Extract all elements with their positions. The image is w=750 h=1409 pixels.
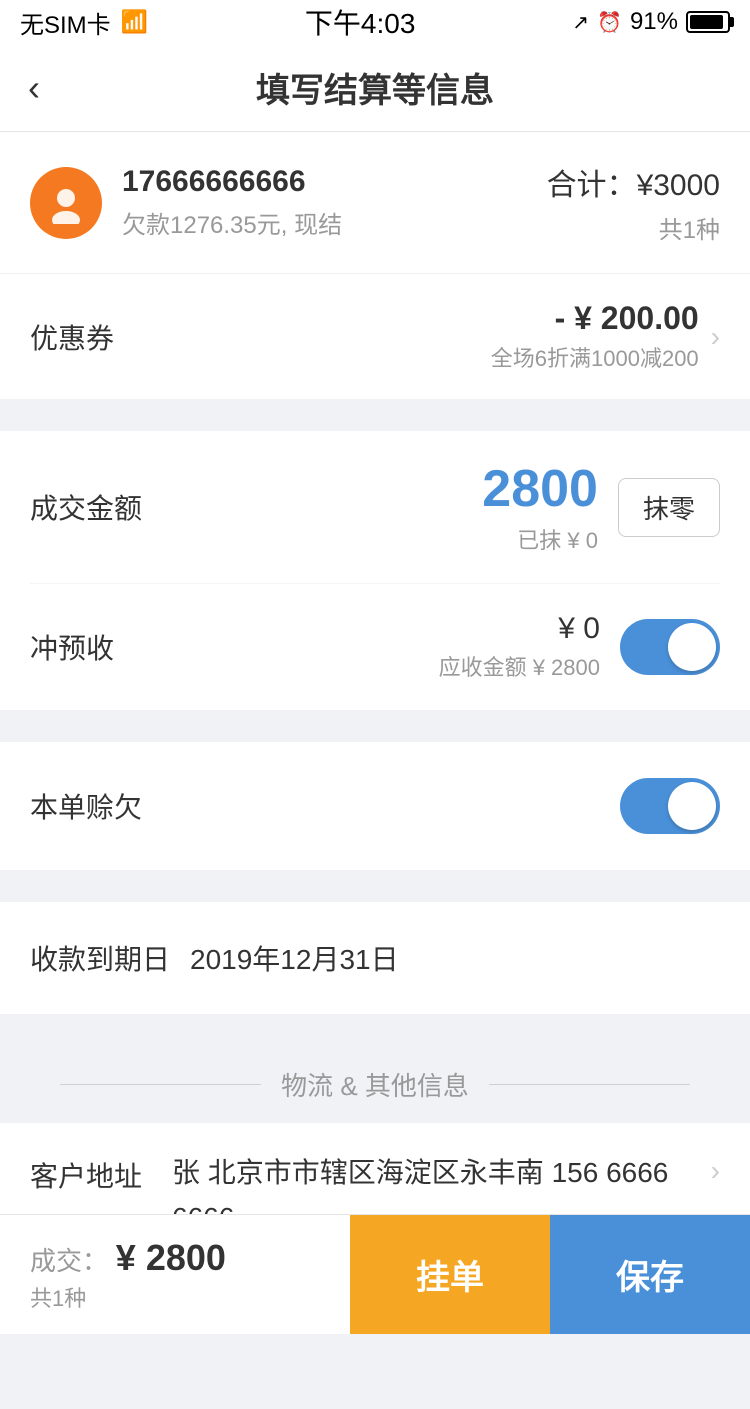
- duedate-section: 收款到期日 2019年12月31日: [0, 902, 750, 1014]
- debt-toggle[interactable]: [620, 778, 720, 834]
- deal-amount-right: 2800 已抹 ¥ 0 抹零: [482, 459, 720, 555]
- coupon-desc: 全场6折满1000减200: [491, 341, 699, 373]
- customer-row: 17666666666 欠款1276.35元, 现结 合计：¥3000 共1种: [0, 132, 750, 273]
- toggle-circle: [668, 623, 716, 671]
- coupon-label: 优惠券: [30, 317, 114, 357]
- duedate-row: 收款到期日 2019年12月31日: [30, 902, 720, 1014]
- bottom-deal-label: 成交： ¥ 2800: [30, 1237, 320, 1279]
- customer-phone: 17666666666: [122, 165, 342, 199]
- deal-section: 成交金额 2800 已抹 ¥ 0 抹零 冲预收 ¥ 0 应收金额 ¥ 2800: [0, 431, 750, 710]
- bottom-info: 成交： ¥ 2800 共1种: [0, 1237, 350, 1313]
- bottom-buttons: 挂单 保存: [350, 1215, 750, 1334]
- round-button[interactable]: 抹零: [618, 478, 720, 537]
- pending-button[interactable]: 挂单: [350, 1215, 550, 1334]
- customer-section: 17666666666 欠款1276.35元, 现结 合计：¥3000 共1种 …: [0, 132, 750, 399]
- carrier-label: 无SIM卡: [20, 5, 111, 40]
- status-bar: 无SIM卡 📶 下午4:03 ↗ ⏰ 91%: [0, 0, 750, 44]
- page-title: 填写结算等信息: [256, 63, 494, 112]
- address-chevron-icon: ›: [711, 1155, 720, 1187]
- duedate-label: 收款到期日: [30, 938, 170, 978]
- battery-bar: [686, 11, 730, 33]
- customer-debt: 欠款1276.35元, 现结: [122, 205, 342, 240]
- prepay-row: 冲预收 ¥ 0 应收金额 ¥ 2800: [30, 584, 720, 710]
- location-icon: ↗: [572, 10, 589, 35]
- prepay-amount-block: ¥ 0 应收金额 ¥ 2800: [439, 612, 600, 682]
- save-button[interactable]: 保存: [550, 1215, 750, 1334]
- prepay-toggle[interactable]: [620, 619, 720, 675]
- battery-fill: [690, 15, 723, 29]
- back-button[interactable]: ‹: [28, 67, 40, 109]
- deal-amount-value: 2800: [482, 459, 598, 519]
- debt-label: 本单赊欠: [30, 786, 142, 826]
- logistics-divider: 物流 & 其他信息: [0, 1046, 750, 1123]
- debt-section: 本单赊欠: [0, 742, 750, 870]
- nav-bar: ‹ 填写结算等信息: [0, 44, 750, 132]
- deal-amount-block: 2800 已抹 ¥ 0: [482, 459, 598, 555]
- deal-amount-sub: 已抹 ¥ 0: [482, 523, 598, 555]
- coupon-right: - ¥ 200.00 全场6折满1000减200 ›: [491, 300, 720, 373]
- prepay-sub: 应收金额 ¥ 2800: [439, 650, 600, 682]
- total-count: 共1种: [547, 210, 720, 245]
- prepay-amount: ¥ 0: [439, 612, 600, 646]
- bottom-count: 共1种: [30, 1281, 320, 1313]
- debt-toggle-circle: [668, 782, 716, 830]
- time-label: 下午4:03: [305, 2, 416, 42]
- coupon-discount: - ¥ 200.00: [491, 300, 699, 337]
- prepay-label: 冲预收: [30, 627, 114, 667]
- deal-amount-row: 成交金额 2800 已抹 ¥ 0 抹零: [30, 431, 720, 584]
- divider-3: [0, 870, 750, 886]
- divider-1: [0, 415, 750, 431]
- wifi-icon: 📶: [121, 9, 148, 35]
- customer-total: 合计：¥3000 共1种: [547, 160, 720, 245]
- divider-4: [0, 1014, 750, 1030]
- prepay-right: ¥ 0 应收金额 ¥ 2800: [439, 612, 720, 682]
- total-amount: 合计：¥3000: [547, 160, 720, 204]
- customer-left: 17666666666 欠款1276.35元, 现结: [30, 165, 342, 240]
- bottom-amount: ¥ 2800: [116, 1237, 226, 1278]
- duedate-value: 2019年12月31日: [190, 938, 399, 978]
- address-label: 客户地址: [30, 1155, 142, 1195]
- status-left: 无SIM卡 📶: [20, 5, 148, 40]
- deal-amount-label: 成交金额: [30, 487, 142, 527]
- battery-label: 91%: [630, 8, 678, 36]
- bottom-bar: 成交： ¥ 2800 共1种 挂单 保存: [0, 1214, 750, 1334]
- coupon-value-block: - ¥ 200.00 全场6折满1000减200: [491, 300, 699, 373]
- coupon-row[interactable]: 优惠券 - ¥ 200.00 全场6折满1000减200 ›: [0, 273, 750, 399]
- logistics-label: 物流 & 其他信息: [261, 1066, 489, 1103]
- chevron-right-icon: ›: [711, 321, 720, 353]
- avatar: [30, 167, 102, 239]
- debt-row: 本单赊欠: [30, 742, 720, 870]
- alarm-icon: ⏰: [597, 10, 622, 35]
- divider-2: [0, 710, 750, 726]
- status-right: ↗ ⏰ 91%: [572, 8, 730, 36]
- customer-info: 17666666666 欠款1276.35元, 现结: [122, 165, 342, 240]
